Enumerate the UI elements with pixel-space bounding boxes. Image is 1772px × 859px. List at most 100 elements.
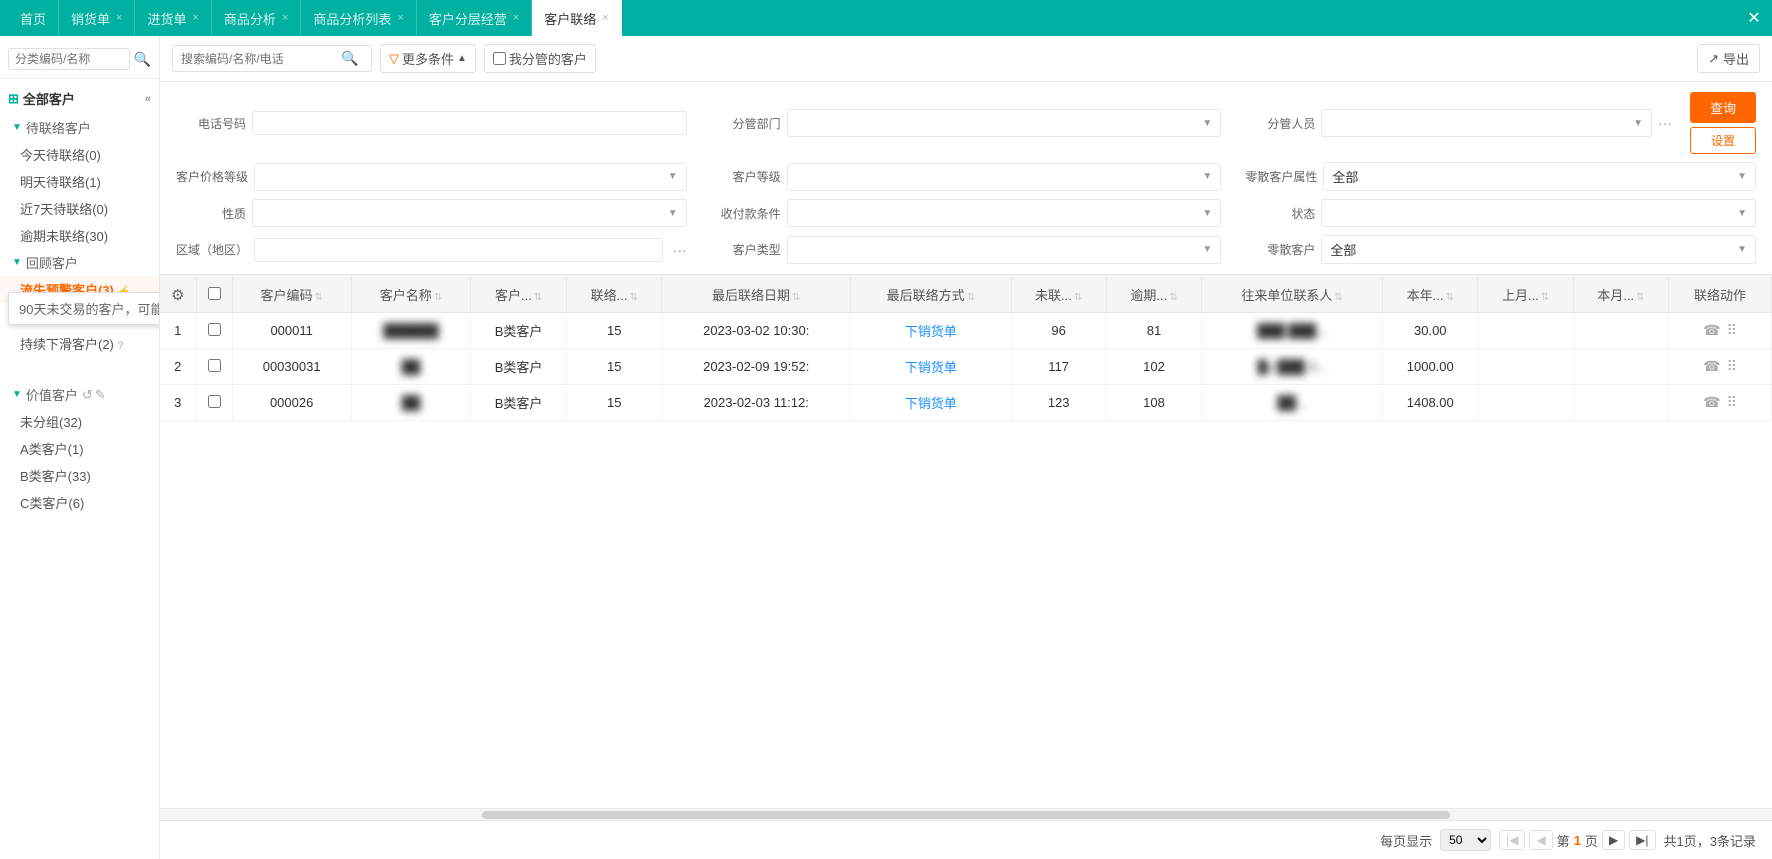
tab-customer-contact[interactable]: 客户联络 × (532, 0, 621, 36)
tab-home[interactable]: 首页 (8, 0, 59, 36)
sort-code-icon[interactable]: ⇅ (314, 292, 322, 303)
first-page-button[interactable]: |◀ (1499, 830, 1525, 850)
edit-icon[interactable]: ✎ (95, 387, 106, 403)
row-select-checkbox[interactable] (208, 395, 221, 408)
filter-customer-type-select[interactable]: ▼ (787, 236, 1222, 264)
sort-lastmonth-icon[interactable]: ⇅ (1541, 292, 1549, 303)
sort-thismonth-icon[interactable]: ⇅ (1636, 292, 1644, 303)
sidebar-item-ungrouped[interactable]: 未分组(32) (0, 408, 159, 435)
tab-purchase-order[interactable]: 进货单 × (135, 0, 211, 36)
per-page-select[interactable]: 50 100 200 (1440, 829, 1491, 851)
sidebar-group-pending[interactable]: ▼ 待联络客户 (0, 114, 159, 141)
row-select-checkbox[interactable] (208, 359, 221, 372)
export-button[interactable]: ↗ 导出 (1697, 44, 1760, 73)
sort-notcontact-icon[interactable]: ⇅ (1074, 292, 1082, 303)
region-dots-button[interactable]: ··· (673, 242, 687, 258)
window-close-button[interactable]: ✕ (1736, 0, 1772, 36)
row-more-icon[interactable]: ⠿ (1727, 358, 1737, 375)
sort-overdue-icon[interactable]: ⇅ (1169, 292, 1177, 303)
row-not-contacted: 123 (1011, 385, 1106, 421)
sort-thisyear-icon[interactable]: ⇅ (1446, 292, 1454, 303)
tab-sales-order[interactable]: 销货单 × (59, 0, 135, 36)
row-checkbox[interactable] (196, 385, 232, 421)
sidebar-item-class-b[interactable]: B类客户(33) (0, 462, 159, 489)
row-this-month (1573, 385, 1668, 421)
search-execute-icon[interactable]: 🔍 (341, 50, 358, 67)
filter-phone-input[interactable] (252, 111, 687, 135)
select-all-checkbox[interactable] (208, 287, 221, 300)
chevron-down-icon: ▼ (1202, 118, 1212, 129)
sidebar-search-icon[interactable]: 🔍 (134, 51, 151, 68)
tab-customer-tier[interactable]: 客户分层经营 × (417, 0, 532, 36)
my-customers-checkbox[interactable] (493, 52, 506, 65)
person-dots-button[interactable]: ··· (1658, 115, 1672, 131)
filter-dept-select[interactable]: ▼ (787, 109, 1222, 137)
row-last-contact-method[interactable]: 下销货单 (851, 313, 1011, 349)
refresh-icon[interactable]: ↺ (82, 387, 93, 403)
export-label: 导出 (1723, 49, 1749, 68)
row-name: ██ (351, 385, 470, 421)
row-contact-icon[interactable]: ☎ (1703, 394, 1720, 411)
sidebar-item-tomorrow[interactable]: 明天待联络(1) (0, 168, 159, 195)
my-customers-filter[interactable]: 我分管的客户 (484, 44, 596, 73)
settings-button[interactable]: 设置 (1690, 127, 1756, 154)
sidebar-item-declining[interactable]: 持续下滑客户(2) ? (0, 330, 159, 357)
sidebar-item-today[interactable]: 今天待联络(0) (0, 141, 159, 168)
row-more-icon[interactable]: ⠿ (1727, 394, 1737, 411)
sort-person-icon[interactable]: ⇅ (1334, 292, 1342, 303)
next-page-button[interactable]: ▶ (1602, 830, 1625, 850)
tab-product-analysis-list-label: 商品分析列表 (313, 9, 391, 28)
filter-person-select[interactable]: ▼ (1321, 109, 1652, 137)
tab-product-analysis-list-close[interactable]: × (397, 12, 403, 24)
sidebar-item-class-c[interactable]: C类客户(6) (0, 489, 159, 516)
tab-product-analysis-close[interactable]: × (282, 12, 288, 24)
row-contact-icon[interactable]: ☎ (1703, 322, 1720, 339)
filter-scatter-customer-select[interactable]: 全部 ▼ (1321, 235, 1756, 264)
filter-status-select[interactable]: ▼ (1321, 199, 1756, 227)
tab-customer-contact-close[interactable]: × (602, 12, 608, 24)
more-filter-button[interactable]: ▽ 更多条件 ▲ (380, 44, 476, 73)
filter-nature-select[interactable]: ▼ (252, 199, 687, 227)
sidebar-item-class-a[interactable]: A类客户(1) (0, 435, 159, 462)
row-last-contact-method[interactable]: 下销货单 (851, 385, 1011, 421)
row-select-checkbox[interactable] (208, 323, 221, 336)
row-checkbox[interactable] (196, 349, 232, 385)
row-last-contact-date: 2023-03-02 10:30: (662, 313, 851, 349)
row-contact-icon[interactable]: ☎ (1703, 358, 1720, 375)
prev-page-button[interactable]: ◀ (1529, 830, 1552, 850)
sidebar-search-input[interactable] (8, 48, 130, 70)
tab-product-analysis[interactable]: 商品分析 × (212, 0, 301, 36)
sidebar-all-customers[interactable]: ⊞ 全部客户 « (0, 83, 159, 114)
filter-phone-label: 电话号码 (176, 115, 246, 132)
tab-customer-tier-close[interactable]: × (513, 12, 519, 24)
filter-scatter-attr-select[interactable]: 全部 ▼ (1323, 162, 1756, 191)
query-button[interactable]: 查询 (1690, 92, 1756, 123)
tab-sales-order-close[interactable]: × (116, 12, 122, 24)
sort-date-icon[interactable]: ⇅ (792, 292, 800, 303)
row-checkbox[interactable] (196, 313, 232, 349)
scrollbar[interactable] (160, 808, 1772, 820)
filter-price-level-select[interactable]: ▼ (254, 163, 687, 191)
filter-customer-level-select[interactable]: ▼ (787, 163, 1222, 191)
sort-method-icon[interactable]: ⇅ (967, 292, 975, 303)
last-page-button[interactable]: ▶| (1629, 830, 1655, 850)
sidebar-group-value[interactable]: ▼ 价值客户 ↺ ✎ (0, 381, 159, 408)
row-index: 1 (160, 313, 196, 349)
gear-icon[interactable]: ⚙ (171, 287, 184, 304)
sidebar-item-7days[interactable]: 近7天待联络(0) (0, 195, 159, 222)
sort-type-icon[interactable]: ⇅ (534, 292, 542, 303)
filter-dept-label: 分管部门 (711, 115, 781, 132)
search-input[interactable] (181, 52, 341, 66)
sort-contact-count-icon[interactable]: ⇅ (629, 292, 637, 303)
sidebar-group-review[interactable]: ▼ 回顾客户 (0, 249, 159, 276)
sort-name-icon[interactable]: ⇅ (434, 292, 442, 303)
collapse-icon: « (145, 93, 151, 105)
sidebar-item-overdue-contact[interactable]: 逾期未联络(30) (0, 222, 159, 249)
tab-product-analysis-list[interactable]: 商品分析列表 × (301, 0, 416, 36)
tab-purchase-order-close[interactable]: × (192, 12, 198, 24)
filter-region-input[interactable] (254, 238, 663, 262)
scrollbar-thumb[interactable] (482, 811, 1449, 819)
filter-payment-select[interactable]: ▼ (787, 199, 1222, 227)
row-last-contact-method[interactable]: 下销货单 (851, 349, 1011, 385)
row-more-icon[interactable]: ⠿ (1727, 322, 1737, 339)
